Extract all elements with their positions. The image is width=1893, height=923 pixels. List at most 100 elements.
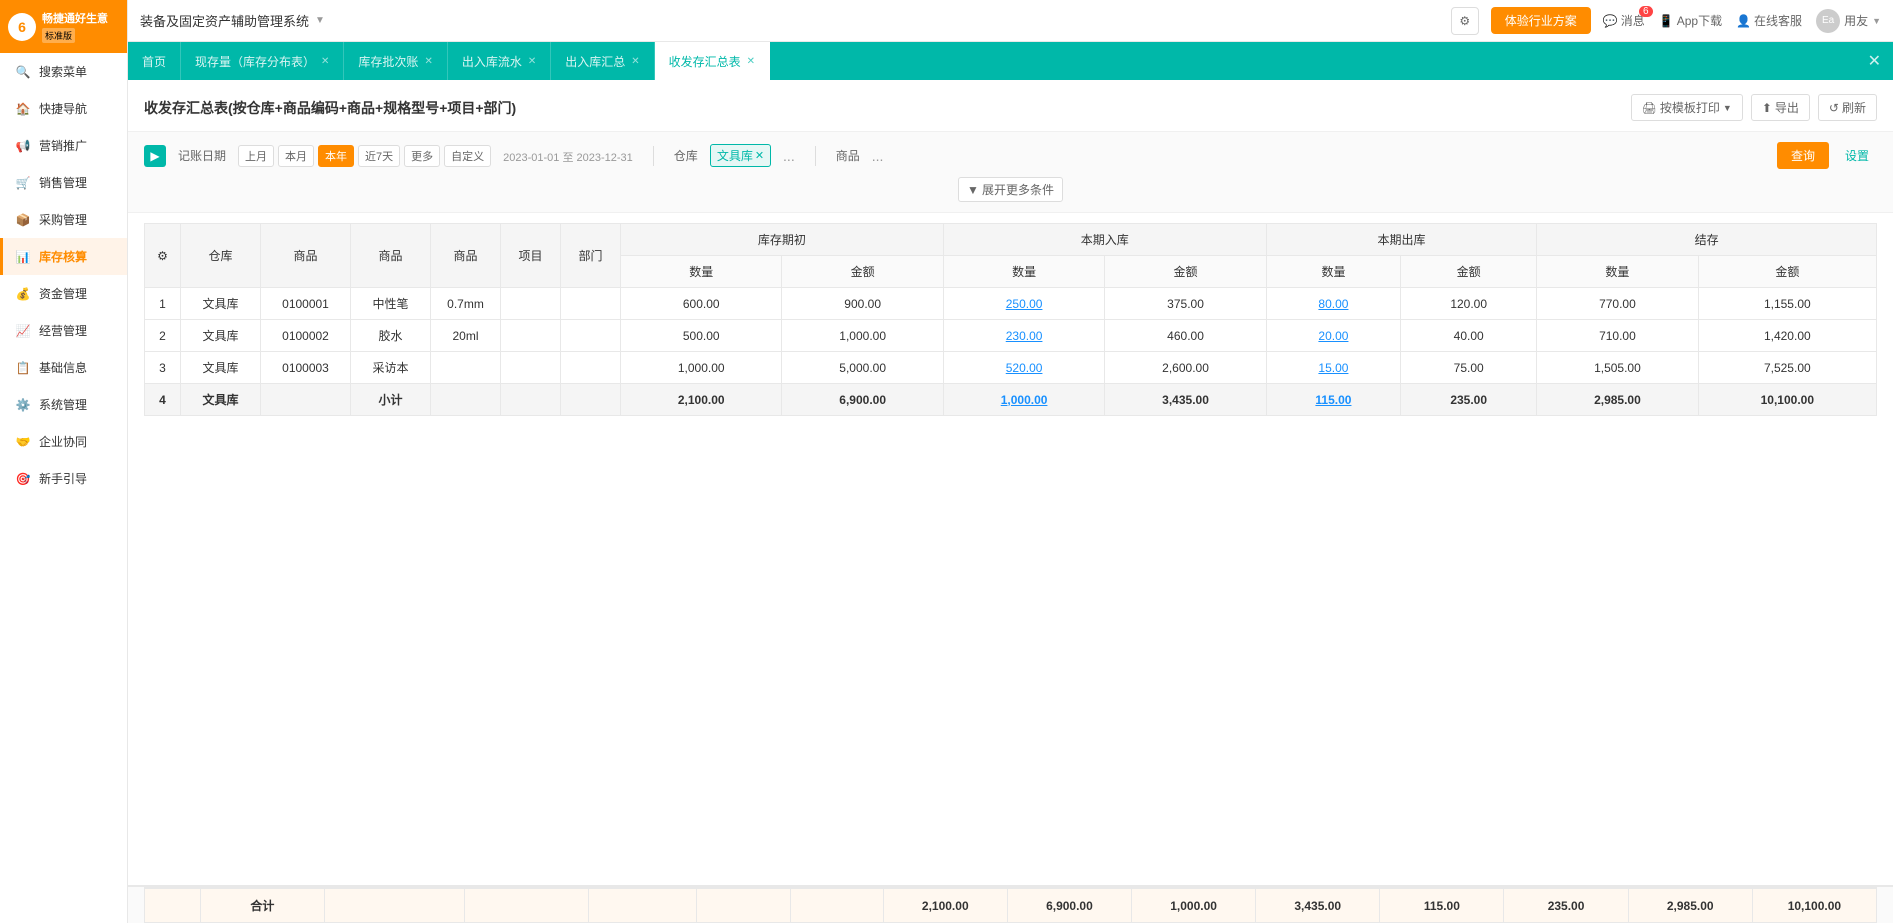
th-open-qty: 数量 xyxy=(621,256,782,288)
app-download-button[interactable]: 📱 App下载 xyxy=(1659,12,1722,29)
cell-no: 1 xyxy=(145,288,181,320)
tab-close-icon[interactable]: ✕ xyxy=(528,56,536,67)
tab-close-icon[interactable]: ✕ xyxy=(631,56,639,67)
cell-spec: 20ml xyxy=(431,320,501,352)
tab-stock-dist[interactable]: 现存量（库存分布表） ✕ xyxy=(181,42,344,80)
th-bal-amt: 金额 xyxy=(1698,256,1876,288)
online-service-button[interactable]: 👤 在线客服 xyxy=(1736,12,1802,29)
out-qty-link[interactable]: 15.00 xyxy=(1318,361,1348,375)
sidebar-logo: 6 畅捷通好生意 标准版 xyxy=(0,0,127,53)
cell-out-qty: 15.00 xyxy=(1266,352,1400,384)
operation-icon: 📈 xyxy=(15,323,31,339)
date-btn-more[interactable]: 更多 xyxy=(404,145,440,167)
table-settings-icon[interactable]: ⚙ xyxy=(157,249,168,263)
logo-app-name: 畅捷通好生意 xyxy=(42,10,108,26)
tab-close-icon[interactable]: ✕ xyxy=(424,56,432,67)
cell-bal-qty: 770.00 xyxy=(1537,288,1698,320)
out-qty-link[interactable]: 115.00 xyxy=(1315,393,1351,407)
sidebar-item-enterprise[interactable]: 🤝 企业协同 xyxy=(0,423,127,460)
in-qty-link[interactable]: 520.00 xyxy=(1006,361,1043,375)
expand-filter-button[interactable]: ▼ 展开更多条件 xyxy=(958,177,1063,202)
cell-dept xyxy=(561,288,621,320)
sidebar-item-label: 采购管理 xyxy=(39,211,87,228)
out-qty-link[interactable]: 80.00 xyxy=(1318,297,1348,311)
sidebar-item-label: 销售管理 xyxy=(39,174,87,191)
guide-icon: 🎯 xyxy=(15,471,31,487)
sidebar-item-system[interactable]: ⚙️ 系统管理 xyxy=(0,386,127,423)
cell-in-amt: 3,435.00 xyxy=(1105,384,1266,416)
print-button[interactable]: 🖨 按模板打印 ▼ xyxy=(1631,94,1743,121)
cell-out-amt: 75.00 xyxy=(1401,352,1537,384)
date-btn-7days[interactable]: 近7天 xyxy=(358,145,400,167)
date-filter-label: 记账日期 xyxy=(178,147,226,164)
tab-label: 库存批次账 xyxy=(358,53,418,70)
date-btn-this-year[interactable]: 本年 xyxy=(318,145,354,167)
goods-filter-more[interactable]: ... xyxy=(872,148,884,164)
topbar: 装备及固定资产辅助管理系统 ▼ ⚙ 体验行业方案 💬 消息 6 📱 App下载 … xyxy=(128,0,1893,42)
tab-label: 出入库流水 xyxy=(462,53,522,70)
footer-cell-empty3 xyxy=(464,888,588,923)
system-name-text: 装备及固定资产辅助管理系统 xyxy=(140,11,309,30)
print-label: 按模板打印 xyxy=(1660,99,1720,116)
sidebar-item-guide[interactable]: 🎯 新手引导 xyxy=(0,460,127,497)
sidebar-item-marketing[interactable]: 📢 营销推广 xyxy=(0,127,127,164)
basic-icon: 📋 xyxy=(15,360,31,376)
cell-open-qty: 600.00 xyxy=(621,288,782,320)
refresh-button[interactable]: ↺ 刷新 xyxy=(1818,94,1877,121)
out-qty-link[interactable]: 20.00 xyxy=(1318,329,1348,343)
tab-close-icon[interactable]: ✕ xyxy=(747,56,755,67)
cell-in-qty: 230.00 xyxy=(943,320,1104,352)
tab-batch-ledger[interactable]: 库存批次账 ✕ xyxy=(344,42,447,80)
tab-home[interactable]: 首页 xyxy=(128,42,181,80)
sidebar-item-basic[interactable]: 📋 基础信息 xyxy=(0,349,127,386)
tab-in-out-summary[interactable]: 出入库汇总 ✕ xyxy=(551,42,654,80)
expand-icon: ▼ xyxy=(967,183,979,197)
cell-in-amt: 2,600.00 xyxy=(1105,352,1266,384)
print-dropdown-icon: ▼ xyxy=(1723,103,1732,113)
sidebar-item-quick-nav[interactable]: 🏠 快捷导航 xyxy=(0,90,127,127)
query-button[interactable]: 查询 xyxy=(1777,142,1829,169)
cell-in-qty: 520.00 xyxy=(943,352,1104,384)
sidebar-item-sales[interactable]: 🛒 销售管理 xyxy=(0,164,127,201)
cell-in-qty: 1,000.00 xyxy=(943,384,1104,416)
date-btn-this-month[interactable]: 本月 xyxy=(278,145,314,167)
in-qty-link[interactable]: 230.00 xyxy=(1006,329,1043,343)
th-goods-name: 商品 xyxy=(351,224,431,288)
filter-settings-link[interactable]: 设置 xyxy=(1837,143,1877,168)
sidebar-item-label: 库存核算 xyxy=(39,248,87,265)
warehouse-filter-more[interactable]: ... xyxy=(783,148,795,164)
close-all-tabs-button[interactable]: ✕ xyxy=(1856,42,1893,80)
sidebar-item-finance[interactable]: 💰 资金管理 xyxy=(0,275,127,312)
th-open-amt: 金额 xyxy=(782,256,943,288)
date-btn-last-month[interactable]: 上月 xyxy=(238,145,274,167)
in-qty-link[interactable]: 1,000.00 xyxy=(1001,393,1048,407)
footer-bar: 合计 2,100.00 6,900.00 1,000.00 3,435.00 1… xyxy=(128,885,1893,923)
date-btn-custom[interactable]: 自定义 xyxy=(444,145,491,167)
warehouse-tag-text: 文具库 xyxy=(717,147,753,164)
sidebar-item-inventory[interactable]: 📊 库存核算 xyxy=(0,238,127,275)
th-in-period: 本期入库 xyxy=(943,224,1266,256)
trial-button[interactable]: 体验行业方案 xyxy=(1491,7,1591,34)
app-download-label: App下载 xyxy=(1677,12,1722,29)
in-qty-link[interactable]: 250.00 xyxy=(1006,297,1043,311)
cell-code: 0100003 xyxy=(261,352,351,384)
sidebar-item-purchase[interactable]: 📦 采购管理 xyxy=(0,201,127,238)
warehouse-tag-close-icon[interactable]: ✕ xyxy=(755,149,764,162)
service-icon: 👤 xyxy=(1736,14,1751,28)
sidebar-item-operation[interactable]: 📈 经营管理 xyxy=(0,312,127,349)
sidebar-item-label: 资金管理 xyxy=(39,285,87,302)
tab-home-label: 首页 xyxy=(142,53,166,70)
sidebar-item-search[interactable]: 🔍 搜索菜单 xyxy=(0,53,127,90)
user-menu[interactable]: Ea 用友 ▼ xyxy=(1816,9,1881,33)
tab-recv-send-summary[interactable]: 收发存汇总表 ✕ xyxy=(655,42,770,80)
sales-icon: 🛒 xyxy=(15,175,31,191)
export-button[interactable]: ⬆ 导出 xyxy=(1751,94,1810,121)
tab-close-icon[interactable]: ✕ xyxy=(321,56,329,67)
cell-spec xyxy=(431,352,501,384)
th-bal-qty: 数量 xyxy=(1537,256,1698,288)
divider xyxy=(653,146,654,166)
message-button[interactable]: 💬 消息 6 xyxy=(1603,12,1645,29)
filter-toggle[interactable]: ▶ xyxy=(144,145,166,167)
tab-in-out-flow[interactable]: 出入库流水 ✕ xyxy=(448,42,551,80)
settings-icon[interactable]: ⚙ xyxy=(1451,7,1479,35)
